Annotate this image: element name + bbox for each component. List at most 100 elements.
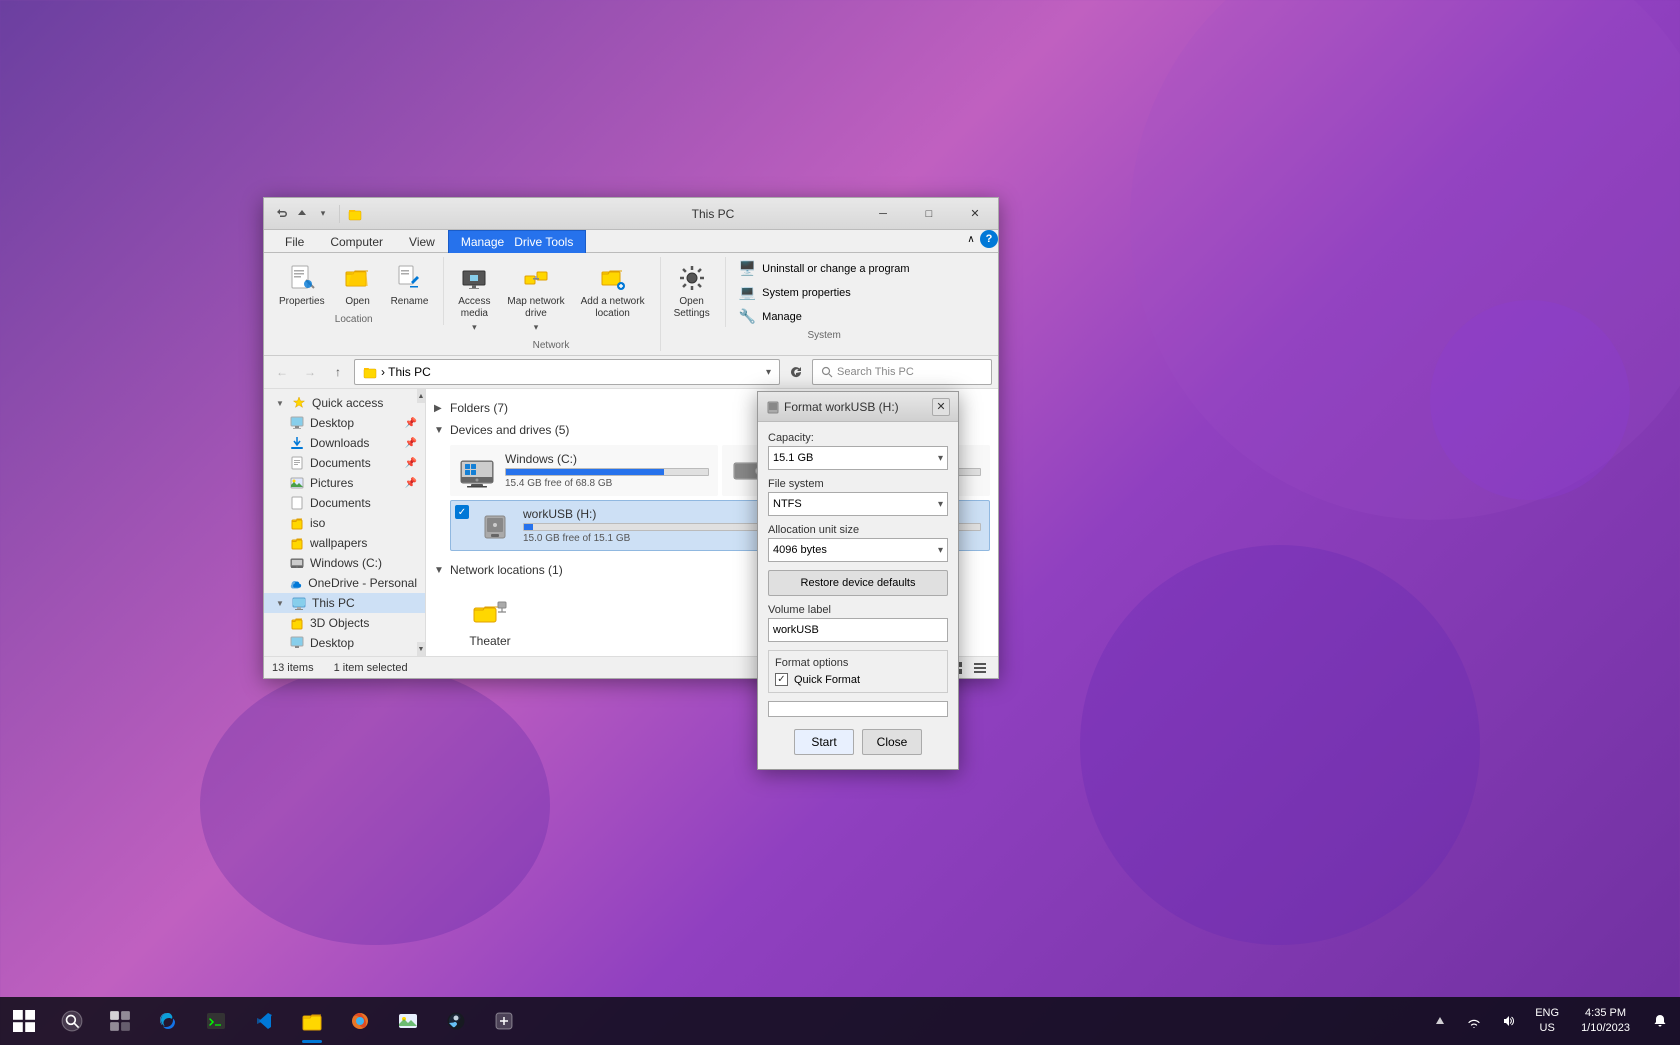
sidebar-item-desktop[interactable]: Desktop 📌: [264, 413, 425, 433]
tab-computer[interactable]: Computer: [317, 230, 396, 253]
properties-button[interactable]: Properties: [272, 257, 332, 312]
map-network-button[interactable]: Map networkdrive ▾: [500, 257, 571, 338]
forward-button[interactable]: →: [298, 360, 322, 384]
notification-icon: [1653, 1014, 1667, 1028]
network-icon-tray[interactable]: [1459, 997, 1489, 1045]
taskbar-edge[interactable]: [144, 997, 192, 1045]
qat-up[interactable]: [293, 205, 311, 223]
sidebar-item-windows-c[interactable]: Windows (C:): [264, 553, 425, 573]
manage-ribbon-button[interactable]: 🔧 Manage: [732, 305, 917, 328]
taskbar-firefox[interactable]: [336, 997, 384, 1045]
system-props-button[interactable]: 💻 System properties: [732, 281, 917, 304]
sidebar-item-wallpapers[interactable]: wallpapers: [264, 533, 425, 553]
maximize-button[interactable]: □: [906, 198, 952, 230]
restore-defaults-button[interactable]: Restore device defaults: [768, 570, 948, 596]
minimize-button[interactable]: ─: [860, 198, 906, 230]
open-icon: [342, 262, 374, 294]
open-button[interactable]: Open: [334, 257, 382, 312]
taskbar-search[interactable]: [48, 997, 96, 1045]
allocation-select[interactable]: 4096 bytes ▾: [768, 538, 948, 562]
ribbon-group-network: Accessmedia ▾ Map networkdrive: [450, 257, 660, 351]
downloads-label: Downloads: [310, 436, 369, 450]
quick-access-toolbar: ▾: [272, 205, 566, 223]
tab-drive-tools[interactable]: Manage Drive Tools: [448, 230, 587, 253]
ribbon-collapse-button[interactable]: ∧: [962, 230, 980, 248]
notification-button[interactable]: [1644, 997, 1676, 1045]
up-button[interactable]: ↑: [326, 360, 350, 384]
window-title: This PC: [566, 207, 860, 221]
volume-icon-tray[interactable]: [1493, 997, 1523, 1045]
taskbar-explorer[interactable]: [288, 997, 336, 1045]
refresh-button[interactable]: [784, 360, 808, 384]
start-button[interactable]: [0, 997, 48, 1045]
back-button[interactable]: ←: [270, 360, 294, 384]
taskbar-photos[interactable]: [384, 997, 432, 1045]
pictures-label: Pictures: [310, 476, 353, 490]
sidebar-item-downloads[interactable]: Downloads 📌: [264, 433, 425, 453]
access-media-button[interactable]: Accessmedia ▾: [450, 257, 498, 338]
dialog-drive-icon: [766, 400, 780, 414]
rename-icon: [393, 262, 425, 294]
sidebar-item-iso[interactable]: iso: [264, 513, 425, 533]
taskbar-terminal[interactable]: [192, 997, 240, 1045]
list-view-button[interactable]: [970, 658, 990, 678]
restore-label: Restore device defaults: [801, 577, 916, 589]
address-dropdown-arrow[interactable]: ▾: [766, 367, 771, 378]
ribbon-tabs: File Computer View Manage Drive Tools ∧ …: [264, 230, 998, 253]
system-tray[interactable]: [1425, 997, 1455, 1045]
close-dialog-button[interactable]: Close: [862, 729, 922, 755]
settings-group-label: [667, 325, 717, 327]
quick-format-row[interactable]: Quick Format: [775, 673, 941, 686]
uninstall-button[interactable]: 🖥️ Uninstall or change a program: [732, 257, 917, 280]
drive-c-bar-wrap: [505, 468, 709, 476]
sidebar-item-desktop2[interactable]: Desktop: [264, 633, 425, 653]
filesystem-label: File system: [768, 478, 948, 490]
sidebar-scroll-up[interactable]: ▲: [417, 389, 425, 403]
sidebar-scroll-down[interactable]: ▼: [417, 642, 425, 656]
qat-customize[interactable]: ▾: [314, 205, 332, 223]
network-item-theater[interactable]: Theater: [450, 585, 530, 656]
tab-view[interactable]: View: [396, 230, 448, 253]
filesystem-select[interactable]: NTFS ▾: [768, 492, 948, 516]
add-network-button[interactable]: Add a networklocation: [574, 257, 652, 338]
sidebar-item-onedrive[interactable]: OneDrive - Personal: [264, 573, 425, 593]
tab-file[interactable]: File: [272, 230, 317, 253]
sidebar-item-pictures[interactable]: Pictures 📌: [264, 473, 425, 493]
documents2-label: Documents: [310, 496, 371, 510]
help-button[interactable]: ?: [980, 230, 998, 248]
close-button[interactable]: ✕: [952, 198, 998, 230]
start-button[interactable]: Start: [794, 729, 854, 755]
taskbar-steam[interactable]: [432, 997, 480, 1045]
address-bar[interactable]: › This PC ▾: [354, 359, 780, 385]
sidebar-item-this-pc[interactable]: ▼ This PC: [264, 593, 425, 613]
taskbar-vscode[interactable]: [240, 997, 288, 1045]
sidebar-item-documents[interactable]: Documents 📌: [264, 453, 425, 473]
dialog-close-button[interactable]: ✕: [932, 398, 950, 416]
sidebar-item-documents3[interactable]: Documents: [264, 653, 425, 656]
taskbar-task-view[interactable]: [96, 997, 144, 1045]
filesystem-value: NTFS: [773, 498, 802, 510]
open-settings-button[interactable]: OpenSettings: [667, 257, 717, 325]
sidebar-item-documents2[interactable]: Documents: [264, 493, 425, 513]
volume-input[interactable]: workUSB: [768, 618, 948, 642]
volume-value: workUSB: [773, 624, 819, 636]
capacity-select[interactable]: 15.1 GB ▾: [768, 446, 948, 470]
language-indicator[interactable]: ENG US: [1527, 997, 1567, 1045]
filesystem-arrow: ▾: [938, 499, 943, 510]
drive-c-name: Windows (C:): [505, 452, 709, 466]
drive-windows-c[interactable]: Windows (C:) 15.4 GB free of 68.8 GB: [450, 445, 718, 496]
system-props-icon: 💻: [739, 284, 756, 301]
rename-button[interactable]: Rename: [384, 257, 436, 312]
taskbar-extra[interactable]: [480, 997, 528, 1045]
search-icon: [821, 366, 833, 378]
clock[interactable]: 4:35 PM 1/10/2023: [1571, 997, 1640, 1045]
access-media-arrow: ▾: [472, 322, 477, 333]
qat-undo[interactable]: [272, 205, 290, 223]
search-box[interactable]: Search This PC: [812, 359, 992, 385]
sidebar-item-quick-access[interactable]: ▼ Quick access: [264, 393, 425, 413]
active-indicator: [302, 1040, 322, 1043]
quick-format-checkbox[interactable]: [775, 673, 788, 686]
allocation-section: Allocation unit size 4096 bytes ▾: [768, 524, 948, 562]
sidebar-item-3d[interactable]: 3D Objects: [264, 613, 425, 633]
drive-h-checkbox[interactable]: [455, 505, 469, 519]
